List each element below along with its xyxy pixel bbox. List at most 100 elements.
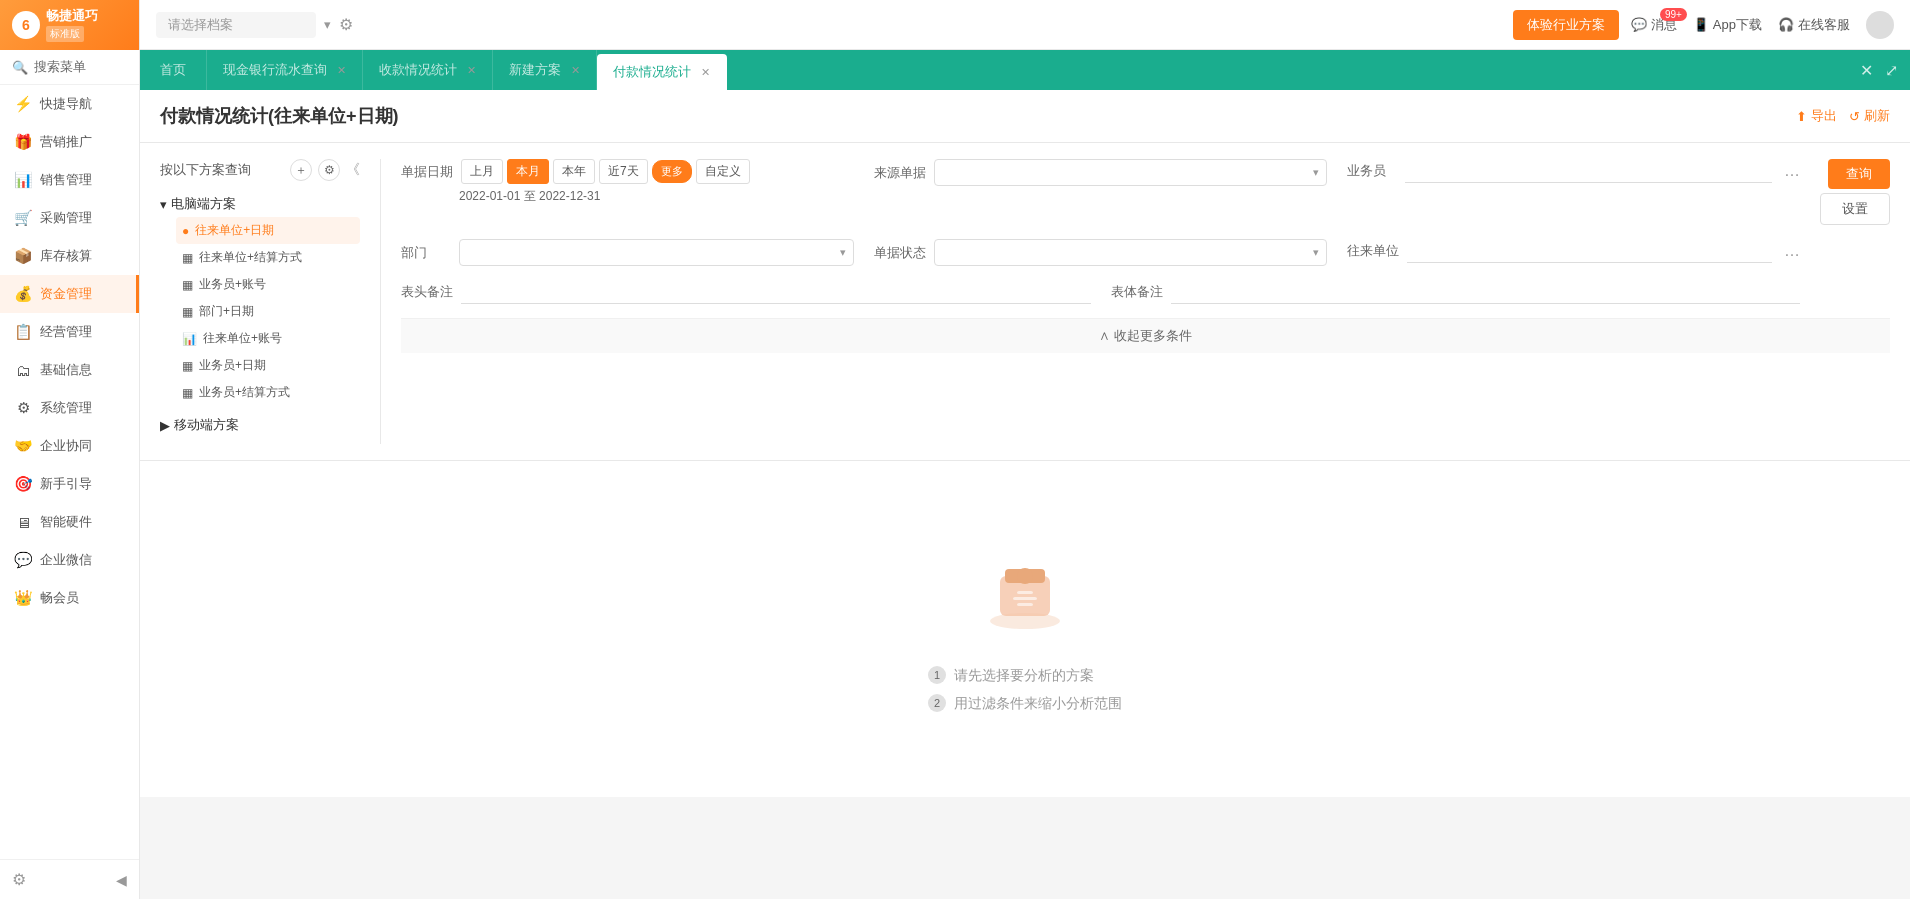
scheme-item-icon-4: ▦ (182, 305, 193, 319)
sidebar-item-guide[interactable]: 🎯 新手引导 (0, 465, 139, 503)
date-btn-this-year[interactable]: 本年 (553, 159, 595, 184)
tip-num-1: 1 (928, 666, 946, 684)
sidebar-item-inventory[interactable]: 📦 库存核算 (0, 237, 139, 275)
guide-icon: 🎯 (14, 475, 32, 493)
tip-text-2: 用过滤条件来缩小分析范围 (954, 689, 1122, 717)
sidebar-search[interactable]: 🔍 搜索菜单 (0, 50, 139, 85)
online-service-action[interactable]: 🎧 在线客服 (1778, 16, 1850, 34)
tab-cash-flow-close[interactable]: ✕ (337, 64, 346, 77)
empty-tips: 1 请先选择要分析的方案 2 用过滤条件来缩小分析范围 (928, 661, 1122, 717)
source-select[interactable] (934, 159, 1327, 186)
header-note-input[interactable] (461, 280, 1091, 304)
staff-dots-icon[interactable]: … (1784, 162, 1800, 180)
footer-collapse-icon[interactable]: ◀ (116, 872, 127, 888)
tab-receipt-stats[interactable]: 收款情况统计 ✕ (363, 50, 493, 90)
scheme-item-staff-date[interactable]: ▦ 业务员+日期 (176, 352, 360, 379)
service-icon: 🎧 (1778, 17, 1794, 32)
scheme-item-staff-settle[interactable]: ▦ 业务员+结算方式 (176, 379, 360, 406)
sidebar-item-operation[interactable]: 📋 经营管理 (0, 313, 139, 351)
sidebar-item-label: 快捷导航 (40, 95, 92, 113)
date-btn-last-7[interactable]: 近7天 (599, 159, 648, 184)
body-note-input[interactable] (1171, 280, 1801, 304)
sidebar-item-hardware[interactable]: 🖥 智能硬件 (0, 503, 139, 541)
settings-gear-icon[interactable]: ⚙ (339, 15, 353, 34)
dropdown-arrow-icon: ▾ (324, 17, 331, 32)
sidebar-item-weixin[interactable]: 💬 企业微信 (0, 541, 139, 579)
partner-input[interactable] (1407, 239, 1772, 263)
sidebar-item-basic[interactable]: 🗂 基础信息 (0, 351, 139, 389)
scheme-item-active-icon: ● (182, 224, 189, 238)
dept-label: 部门 (401, 244, 451, 262)
sidebar-item-system[interactable]: ⚙ 系统管理 (0, 389, 139, 427)
user-avatar[interactable] (1866, 11, 1894, 39)
doc-status-select[interactable] (934, 239, 1327, 266)
footer-settings-icon[interactable]: ⚙ (12, 870, 26, 889)
sidebar-item-member[interactable]: 👑 畅会员 (0, 579, 139, 617)
logo-icon: 6 (12, 11, 40, 39)
date-label: 单据日期 (401, 163, 453, 181)
scheme-item-dept-date[interactable]: ▦ 部门+日期 (176, 298, 360, 325)
tab-expand-icon[interactable]: ⤢ (1885, 61, 1898, 80)
filter-group-source: 来源单据 (874, 159, 1327, 186)
sidebar-item-capital[interactable]: 💰 资金管理 (0, 275, 139, 313)
empty-tip-2: 2 用过滤条件来缩小分析范围 (928, 689, 1122, 717)
tab-new-scheme[interactable]: 新建方案 ✕ (493, 50, 597, 90)
sidebar-item-shortcut[interactable]: ⚡ 快捷导航 (0, 85, 139, 123)
scheme-group-mobile-title[interactable]: ▶ 移动端方案 (160, 412, 360, 438)
panel-divider (380, 159, 381, 444)
date-btn-more[interactable]: 更多 (652, 160, 692, 183)
date-btn-custom[interactable]: 自定义 (696, 159, 750, 184)
tab-payment-stats-label: 付款情况统计 (613, 63, 691, 81)
purchase-icon: 🛒 (14, 209, 32, 227)
date-btn-last-month[interactable]: 上月 (461, 159, 503, 184)
sidebar: 6 畅捷通巧 标准版 🔍 搜索菜单 ⚡ 快捷导航 🎁 营销推广 📊 销售管理 🛒… (0, 0, 140, 899)
tab-payment-stats[interactable]: 付款情况统计 ✕ (597, 54, 727, 90)
user-selector[interactable]: 请选择档案 (156, 12, 316, 38)
scheme-item-icon-3: ▦ (182, 278, 193, 292)
sidebar-item-sales[interactable]: 📊 销售管理 (0, 161, 139, 199)
messages-action[interactable]: 💬 消息 99+ (1631, 16, 1677, 34)
filter-area: 单据日期 上月 本月 本年 近7天 更多 自定义 2022-01-01 至 20… (401, 159, 1890, 444)
topbar-info: 请选择档案 ▾ ⚙ (156, 12, 1501, 38)
scheme-item-unit-date[interactable]: ● 往来单位+日期 (176, 217, 360, 244)
manage-scheme-btn[interactable]: ⚙ (318, 159, 340, 181)
sidebar-header: 6 畅捷通巧 标准版 (0, 0, 139, 50)
trial-btn[interactable]: 体验行业方案 (1513, 10, 1619, 40)
scheme-list-desktop: ● 往来单位+日期 ▦ 往来单位+结算方式 ▦ 业务员+账号 ▦ (160, 217, 360, 406)
group-arrow-icon: ▾ (160, 197, 167, 212)
scheme-item-staff-account[interactable]: ▦ 业务员+账号 (176, 271, 360, 298)
tab-payment-stats-close[interactable]: ✕ (701, 66, 710, 79)
tab-receipt-stats-close[interactable]: ✕ (467, 64, 476, 77)
tab-cash-flow[interactable]: 现金银行流水查询 ✕ (207, 50, 363, 90)
empty-illustration (975, 541, 1075, 641)
partner-dots-icon[interactable]: … (1784, 242, 1800, 260)
group-title-label: 电脑端方案 (171, 195, 236, 213)
sidebar-item-purchase[interactable]: 🛒 采购管理 (0, 199, 139, 237)
svg-rect-6 (1017, 603, 1033, 606)
sidebar-item-label: 系统管理 (40, 399, 92, 417)
set-btn[interactable]: 设置 (1820, 193, 1890, 225)
collapse-bar[interactable]: ∧ 收起更多条件 (401, 318, 1890, 353)
body-note-label: 表体备注 (1111, 283, 1163, 301)
page-header-actions: ⬆ 导出 ↺ 刷新 (1796, 107, 1890, 125)
export-btn[interactable]: ⬆ 导出 (1796, 107, 1837, 125)
scheme-item-unit-settle[interactable]: ▦ 往来单位+结算方式 (176, 244, 360, 271)
scheme-group-desktop-title[interactable]: ▾ 电脑端方案 (160, 191, 360, 217)
staff-input[interactable] (1405, 159, 1772, 183)
brand-info: 畅捷通巧 标准版 (46, 8, 98, 42)
scheme-item-unit-account[interactable]: 📊 往来单位+账号 (176, 325, 360, 352)
date-btn-this-month[interactable]: 本月 (507, 159, 549, 184)
app-download-action[interactable]: 📱 App下载 (1693, 16, 1762, 34)
query-btn[interactable]: 查询 (1828, 159, 1890, 189)
tab-home[interactable]: 首页 (140, 50, 207, 90)
tab-new-scheme-close[interactable]: ✕ (571, 64, 580, 77)
svg-point-3 (1017, 568, 1033, 584)
sidebar-item-enterprise[interactable]: 🤝 企业协同 (0, 427, 139, 465)
scheme-collapse-btn[interactable]: 《 (346, 161, 360, 179)
add-scheme-btn[interactable]: ＋ (290, 159, 312, 181)
dept-select[interactable] (459, 239, 854, 266)
sidebar-item-marketing[interactable]: 🎁 营销推广 (0, 123, 139, 161)
tab-close-all-icon[interactable]: ✕ (1860, 61, 1873, 80)
doc-status-label: 单据状态 (874, 244, 926, 262)
refresh-btn[interactable]: ↺ 刷新 (1849, 107, 1890, 125)
